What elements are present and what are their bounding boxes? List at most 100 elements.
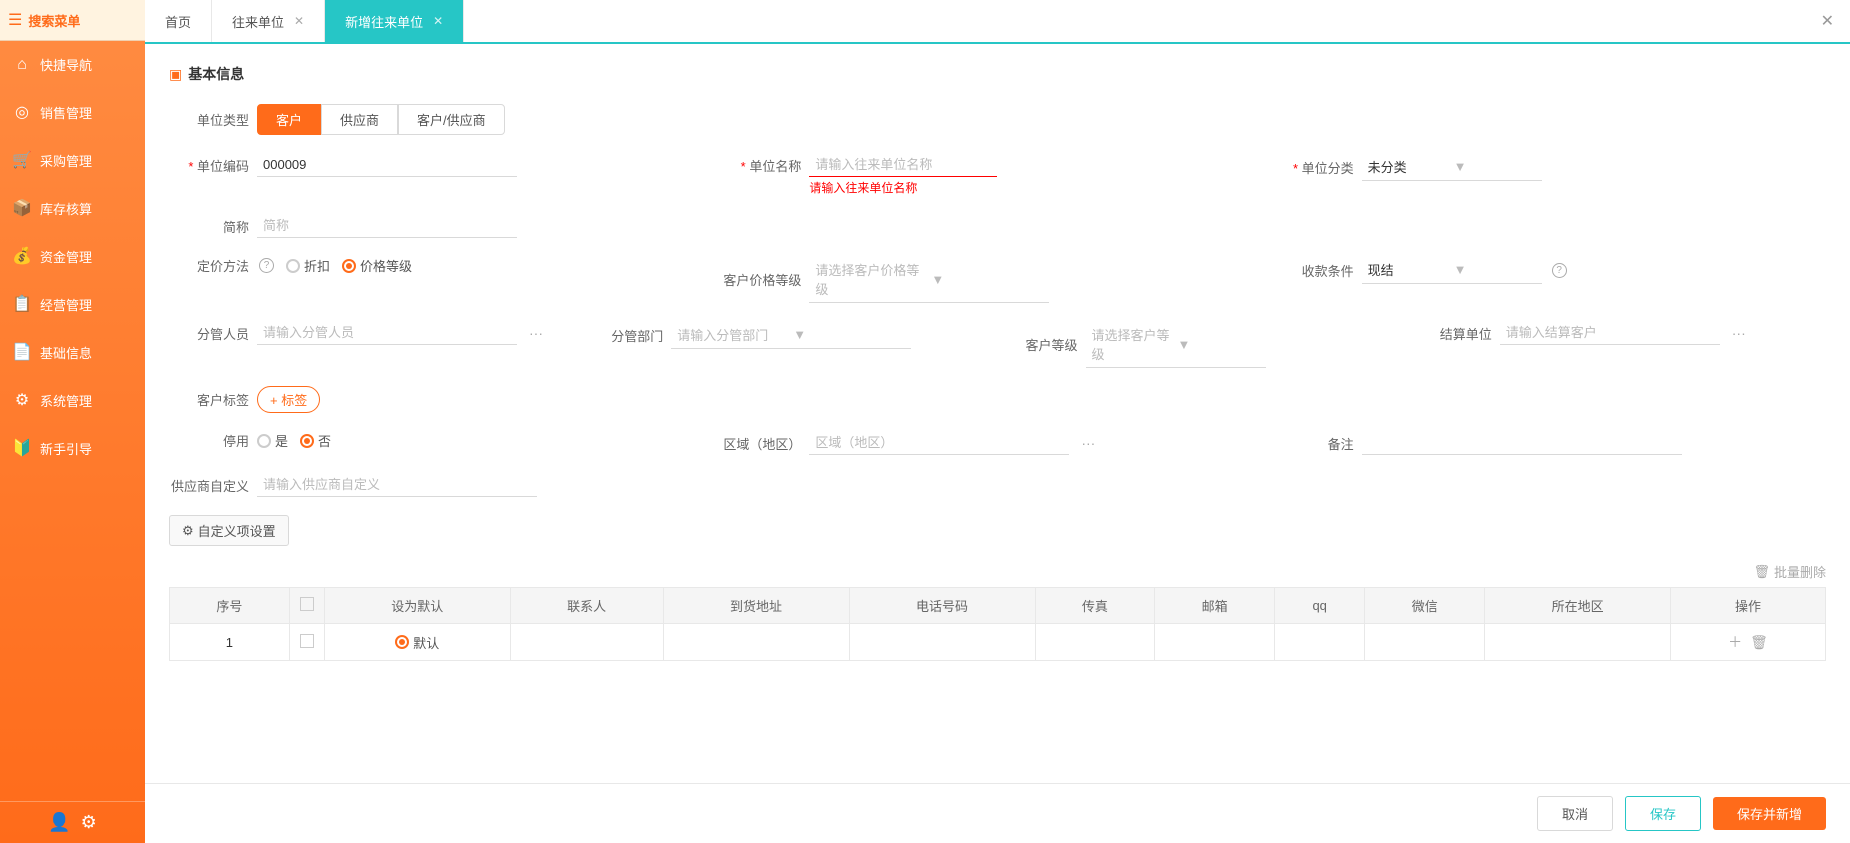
tab-new-partner[interactable]: 新增往来单位 ✕	[325, 0, 464, 42]
col-contact: 联系人	[510, 588, 663, 624]
unit-type-both-btn[interactable]: 客户/供应商	[398, 104, 505, 135]
custom-settings-label: 自定义项设置	[198, 521, 276, 540]
supplier-custom-input[interactable]	[257, 473, 537, 497]
customer-level-select[interactable]: 请选择客户等级 ▼	[1086, 321, 1266, 368]
home-icon: ⌂	[12, 56, 32, 74]
search-menu-label: 搜索菜单	[28, 11, 80, 30]
disabled-no-label: 否	[318, 431, 331, 450]
bulk-delete-button[interactable]: 🗑 批量删除	[1753, 562, 1826, 581]
pricing-discount-option[interactable]: 折扣	[286, 256, 330, 275]
unit-code-group: 单位编码	[169, 153, 721, 177]
pricing-price-level-option[interactable]: 价格等级	[342, 256, 412, 275]
cancel-button[interactable]: 取消	[1537, 796, 1613, 831]
sidebar-item-label: 销售管理	[40, 103, 92, 122]
manager-input[interactable]	[257, 321, 517, 345]
cell-region	[1485, 624, 1671, 661]
customer-level-placeholder: 请选择客户等级	[1092, 325, 1174, 363]
sidebar-item-purchase[interactable]: 🛒 采购管理	[0, 136, 145, 184]
pricing-discount-label: 折扣	[304, 256, 330, 275]
unit-name-group: 单位名称 请输入往来单位名称	[721, 153, 1273, 196]
unit-name-label: 单位名称	[721, 156, 801, 175]
add-tag-button[interactable]: + 标签	[257, 386, 320, 413]
pricing-discount-radio	[286, 259, 300, 273]
abbr-input[interactable]	[257, 214, 517, 238]
sidebar-item-newbie[interactable]: 🔰 新手引导	[0, 424, 145, 472]
tab-bar: 首页 往来单位 ✕ 新增往来单位 ✕ ✕	[145, 0, 1850, 44]
search-menu-button[interactable]: ☰ 搜索菜单	[0, 0, 145, 41]
finance-icon: 💰	[12, 246, 32, 266]
sidebar-item-operations[interactable]: 📋 经营管理	[0, 280, 145, 328]
sidebar-item-quick-nav[interactable]: ⌂ 快捷导航	[0, 41, 145, 88]
sidebar-item-finance[interactable]: 💰 资金管理	[0, 232, 145, 280]
col-email: 邮箱	[1155, 588, 1275, 624]
col-action: 操作	[1671, 588, 1826, 624]
select-all-checkbox[interactable]	[300, 597, 314, 611]
pricing-help-icon[interactable]: ?	[259, 258, 274, 273]
settlement-input[interactable]	[1500, 321, 1720, 345]
newbie-icon: 🔰	[12, 438, 32, 458]
tab-bar-close-button[interactable]: ✕	[1805, 0, 1850, 42]
department-select[interactable]: 请输入分管部门 ▼	[671, 321, 911, 349]
sales-icon: ◎	[12, 102, 32, 122]
action-icons: ＋ 🗑	[1681, 632, 1815, 652]
region-more-icon[interactable]: ···	[1077, 435, 1099, 451]
region-input[interactable]	[809, 431, 1069, 455]
remark-group: 备注	[1274, 431, 1826, 455]
sidebar-item-label: 库存核算	[40, 199, 92, 218]
unit-code-input[interactable]	[257, 153, 517, 177]
sidebar-item-inventory[interactable]: 📦 库存核算	[0, 184, 145, 232]
tag-label: 客户标签	[169, 390, 249, 409]
payment-terms-select[interactable]: 现结 ▼	[1362, 256, 1542, 284]
payment-terms-help-icon[interactable]: ?	[1552, 263, 1567, 278]
save-button[interactable]: 保存	[1625, 796, 1701, 831]
tab-new-partner-close[interactable]: ✕	[433, 14, 443, 28]
row-default-radio[interactable]: 默认	[335, 633, 500, 652]
disabled-yes-option[interactable]: 是	[257, 431, 288, 450]
tab-partner-close[interactable]: ✕	[294, 14, 304, 28]
department-dropdown-icon: ▼	[793, 327, 905, 342]
settlement-more-icon[interactable]: ···	[1728, 325, 1750, 341]
sidebar-item-label: 经营管理	[40, 295, 92, 314]
sidebar-item-basic-info[interactable]: 📄 基础信息	[0, 328, 145, 376]
section-icon: ▣	[169, 66, 182, 83]
sidebar-item-label: 快捷导航	[40, 55, 92, 74]
delete-row-icon[interactable]: 🗑	[1750, 634, 1768, 651]
sidebar-item-label: 采购管理	[40, 151, 92, 170]
sidebar-item-label: 新手引导	[40, 439, 92, 458]
add-tag-label: + 标签	[270, 390, 307, 409]
contact-table: 序号 设为默认 联系人 到货地址 电话号码 传真 邮箱 qq 微信 所在地区 操…	[169, 587, 1826, 661]
remark-input[interactable]	[1362, 431, 1682, 455]
col-phone: 电话号码	[849, 588, 1035, 624]
manager-more-icon[interactable]: ···	[525, 325, 547, 341]
tab-partner-label: 往来单位	[232, 12, 284, 31]
settlement-label: 结算单位	[1412, 324, 1492, 343]
tab-partner[interactable]: 往来单位 ✕	[212, 0, 325, 42]
col-fax: 传真	[1035, 588, 1155, 624]
unit-type-customer-btn[interactable]: 客户	[257, 104, 321, 135]
unit-name-input[interactable]	[809, 153, 997, 177]
disabled-no-option[interactable]: 否	[300, 431, 331, 450]
pricing-label: 定价方法	[169, 256, 249, 275]
unit-category-select[interactable]: 未分类 ▼	[1362, 153, 1542, 181]
settings-icon[interactable]: ⚙	[81, 812, 97, 833]
row-checkbox[interactable]	[300, 634, 314, 648]
pricing-price-level-label: 价格等级	[360, 256, 412, 275]
sidebar-item-system[interactable]: ⚙ 系统管理	[0, 376, 145, 424]
remark-label: 备注	[1274, 434, 1354, 453]
abbr-row: 简称	[169, 214, 1826, 238]
custom-settings-button[interactable]: ⚙ 自定义项设置	[169, 515, 289, 546]
unit-type-supplier-btn[interactable]: 供应商	[321, 104, 398, 135]
disabled-yes-radio	[257, 434, 271, 448]
sidebar-item-sales[interactable]: ◎ 销售管理	[0, 88, 145, 136]
tab-home[interactable]: 首页	[145, 0, 212, 42]
section-title: 基本信息	[188, 64, 244, 84]
pricing-radio-group: 折扣 价格等级	[286, 256, 412, 275]
save-and-new-button[interactable]: 保存并新增	[1713, 797, 1826, 830]
user-icon[interactable]: 👤	[48, 812, 70, 833]
disabled-group: 停用 是 否	[169, 431, 721, 450]
payment-terms-dropdown-icon: ▼	[1454, 262, 1536, 277]
add-row-icon[interactable]: ＋	[1728, 632, 1742, 652]
sidebar-item-label: 基础信息	[40, 343, 92, 362]
customer-price-select[interactable]: 请选择客户价格等级 ▼	[809, 256, 1049, 303]
section-header: ▣ 基本信息	[169, 64, 1826, 84]
